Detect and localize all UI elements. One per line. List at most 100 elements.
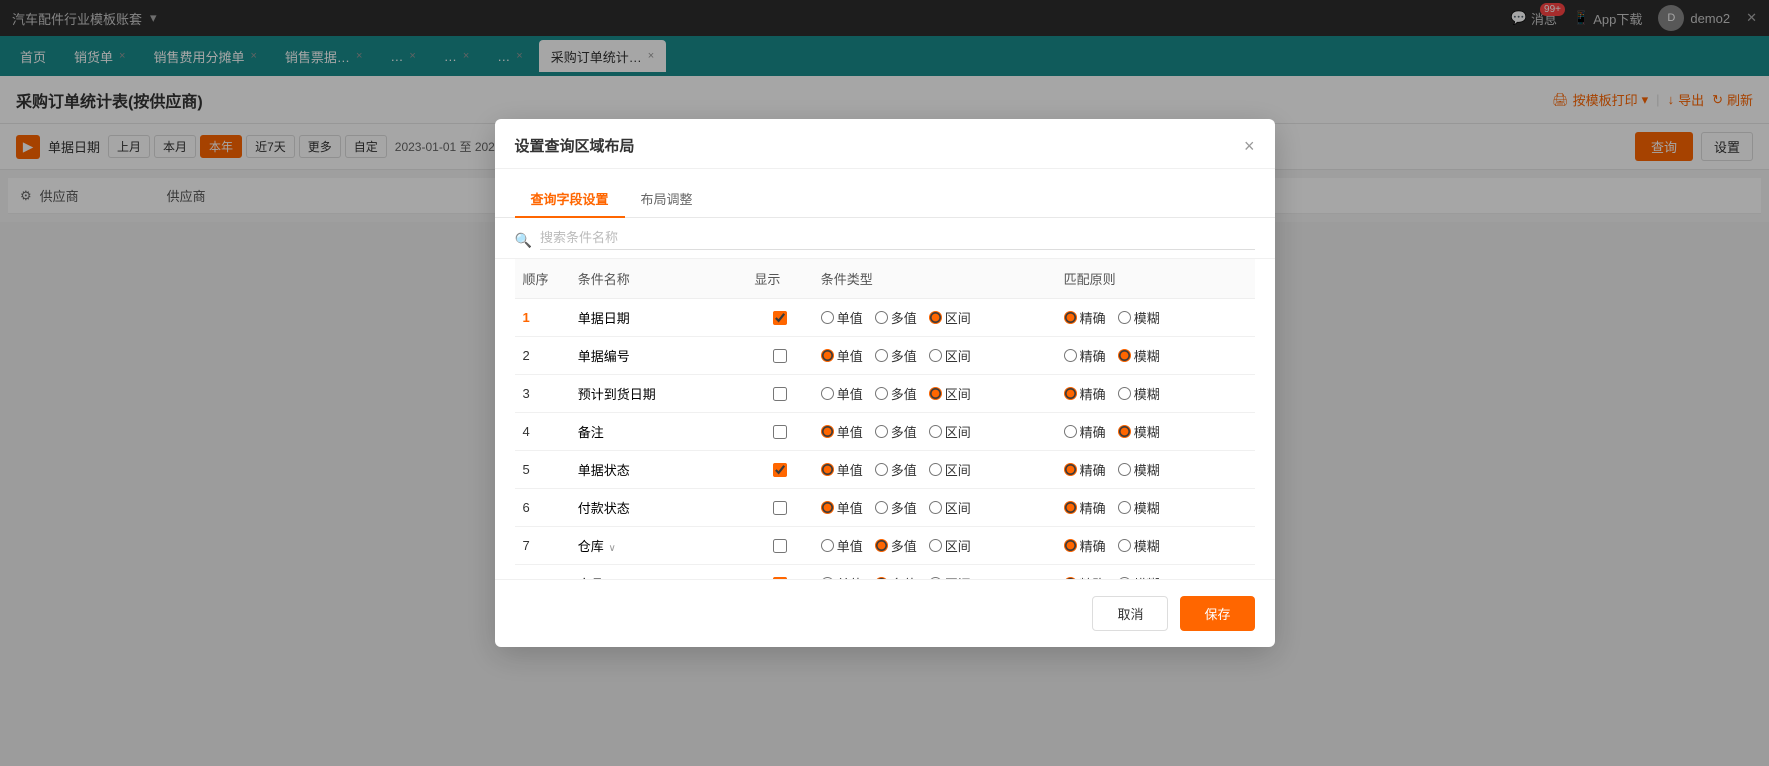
type-range-radio[interactable] bbox=[929, 349, 942, 362]
match-exact-label[interactable]: 精确 bbox=[1064, 384, 1106, 403]
type-range-radio[interactable] bbox=[929, 387, 942, 400]
type-range-label[interactable]: 区间 bbox=[929, 422, 971, 441]
type-single-radio[interactable] bbox=[821, 349, 834, 362]
cancel-button[interactable]: 取消 bbox=[1092, 596, 1168, 631]
show-checkbox[interactable] bbox=[773, 539, 787, 553]
match-fuzzy-radio[interactable] bbox=[1118, 501, 1131, 514]
match-exact-radio[interactable] bbox=[1064, 539, 1077, 552]
seq-number: 7 bbox=[523, 538, 530, 553]
match-exact-label[interactable]: 精确 bbox=[1064, 346, 1106, 365]
match-exact-label[interactable]: 精确 bbox=[1064, 422, 1106, 441]
match-fuzzy-label[interactable]: 模糊 bbox=[1118, 536, 1160, 555]
type-single-label[interactable]: 单值 bbox=[821, 346, 863, 365]
expand-icon[interactable]: ∨ bbox=[606, 543, 616, 554]
match-cell: 精确模糊 bbox=[1056, 565, 1255, 580]
name-cell: 预计到货日期 bbox=[570, 375, 747, 413]
type-cell: 单值多值区间 bbox=[813, 337, 1056, 375]
match-fuzzy-label[interactable]: 模糊 bbox=[1118, 460, 1160, 479]
show-checkbox[interactable] bbox=[773, 349, 787, 363]
match-fuzzy-radio[interactable] bbox=[1118, 463, 1131, 476]
match-fuzzy-label[interactable]: 模糊 bbox=[1118, 422, 1160, 441]
match-cell: 精确模糊 bbox=[1056, 451, 1255, 489]
type-range-radio[interactable] bbox=[929, 501, 942, 514]
match-cell: 精确模糊 bbox=[1056, 489, 1255, 527]
show-cell bbox=[746, 299, 812, 337]
table-row: 4备注单值多值区间精确模糊 bbox=[515, 413, 1255, 451]
type-single-radio[interactable] bbox=[821, 387, 834, 400]
type-multi-radio[interactable] bbox=[875, 425, 888, 438]
type-range-radio[interactable] bbox=[929, 425, 942, 438]
type-range-radio[interactable] bbox=[929, 311, 942, 324]
type-single-label[interactable]: 单值 bbox=[821, 498, 863, 517]
type-single-radio[interactable] bbox=[821, 539, 834, 552]
type-multi-radio[interactable] bbox=[875, 539, 888, 552]
tab-query-settings[interactable]: 查询字段设置 bbox=[515, 181, 625, 218]
type-single-label[interactable]: 单值 bbox=[821, 308, 863, 327]
match-cell: 精确模糊 bbox=[1056, 299, 1255, 337]
dialog-search: 🔍 bbox=[495, 218, 1275, 259]
match-exact-label[interactable]: 精确 bbox=[1064, 498, 1106, 517]
type-range-label[interactable]: 区间 bbox=[929, 536, 971, 555]
show-checkbox[interactable] bbox=[773, 425, 787, 439]
type-single-label[interactable]: 单值 bbox=[821, 422, 863, 441]
th-show: 显示 bbox=[746, 259, 812, 299]
type-multi-label[interactable]: 多值 bbox=[875, 346, 917, 365]
type-single-radio[interactable] bbox=[821, 501, 834, 514]
show-checkbox[interactable] bbox=[773, 311, 787, 325]
table-row: 6付款状态单值多值区间精确模糊 bbox=[515, 489, 1255, 527]
match-exact-label[interactable]: 精确 bbox=[1064, 536, 1106, 555]
show-checkbox[interactable] bbox=[773, 463, 787, 477]
type-multi-radio[interactable] bbox=[875, 311, 888, 324]
type-range-label[interactable]: 区间 bbox=[929, 346, 971, 365]
match-fuzzy-label[interactable]: 模糊 bbox=[1118, 308, 1160, 327]
search-input[interactable] bbox=[540, 230, 1255, 250]
type-single-radio[interactable] bbox=[821, 311, 834, 324]
type-single-radio[interactable] bbox=[821, 425, 834, 438]
type-multi-radio[interactable] bbox=[875, 463, 888, 476]
type-single-label[interactable]: 单值 bbox=[821, 384, 863, 403]
match-exact-radio[interactable] bbox=[1064, 463, 1077, 476]
type-multi-radio[interactable] bbox=[875, 387, 888, 400]
type-multi-label[interactable]: 多值 bbox=[875, 498, 917, 517]
type-range-label[interactable]: 区间 bbox=[929, 308, 971, 327]
match-fuzzy-label[interactable]: 模糊 bbox=[1118, 384, 1160, 403]
match-exact-label[interactable]: 精确 bbox=[1064, 308, 1106, 327]
match-fuzzy-label[interactable]: 模糊 bbox=[1118, 346, 1160, 365]
match-fuzzy-radio[interactable] bbox=[1118, 349, 1131, 362]
type-single-label[interactable]: 单值 bbox=[821, 536, 863, 555]
match-exact-radio[interactable] bbox=[1064, 387, 1077, 400]
type-multi-label[interactable]: 多值 bbox=[875, 422, 917, 441]
match-fuzzy-radio[interactable] bbox=[1118, 387, 1131, 400]
type-single-radio[interactable] bbox=[821, 463, 834, 476]
type-multi-radio[interactable] bbox=[875, 501, 888, 514]
type-multi-label[interactable]: 多值 bbox=[875, 308, 917, 327]
match-fuzzy-label[interactable]: 模糊 bbox=[1118, 498, 1160, 517]
type-range-label[interactable]: 区间 bbox=[929, 498, 971, 517]
save-button[interactable]: 保存 bbox=[1180, 596, 1254, 631]
name-cell: 单据日期 bbox=[570, 299, 747, 337]
match-fuzzy-radio[interactable] bbox=[1118, 311, 1131, 324]
match-exact-radio[interactable] bbox=[1064, 349, 1077, 362]
type-multi-label[interactable]: 多值 bbox=[875, 384, 917, 403]
match-exact-radio[interactable] bbox=[1064, 425, 1077, 438]
type-multi-label[interactable]: 多值 bbox=[875, 536, 917, 555]
type-range-label[interactable]: 区间 bbox=[929, 384, 971, 403]
tab-layout-adjust[interactable]: 布局调整 bbox=[625, 181, 709, 218]
match-fuzzy-radio[interactable] bbox=[1118, 539, 1131, 552]
show-checkbox[interactable] bbox=[773, 387, 787, 401]
type-range-label[interactable]: 区间 bbox=[929, 460, 971, 479]
type-single-label[interactable]: 单值 bbox=[821, 460, 863, 479]
type-multi-radio[interactable] bbox=[875, 349, 888, 362]
type-multi-label[interactable]: 多值 bbox=[875, 460, 917, 479]
match-exact-radio[interactable] bbox=[1064, 311, 1077, 324]
match-fuzzy-radio[interactable] bbox=[1118, 425, 1131, 438]
name-cell: 商品 ∨ bbox=[570, 565, 747, 580]
dialog-close-button[interactable]: × bbox=[1244, 137, 1255, 155]
seq-number: 1 bbox=[523, 310, 530, 325]
type-range-radio[interactable] bbox=[929, 539, 942, 552]
show-checkbox[interactable] bbox=[773, 501, 787, 515]
table-row: 8商品 ∨单值多值区间精确模糊 bbox=[515, 565, 1255, 580]
match-exact-label[interactable]: 精确 bbox=[1064, 460, 1106, 479]
type-range-radio[interactable] bbox=[929, 463, 942, 476]
match-exact-radio[interactable] bbox=[1064, 501, 1077, 514]
